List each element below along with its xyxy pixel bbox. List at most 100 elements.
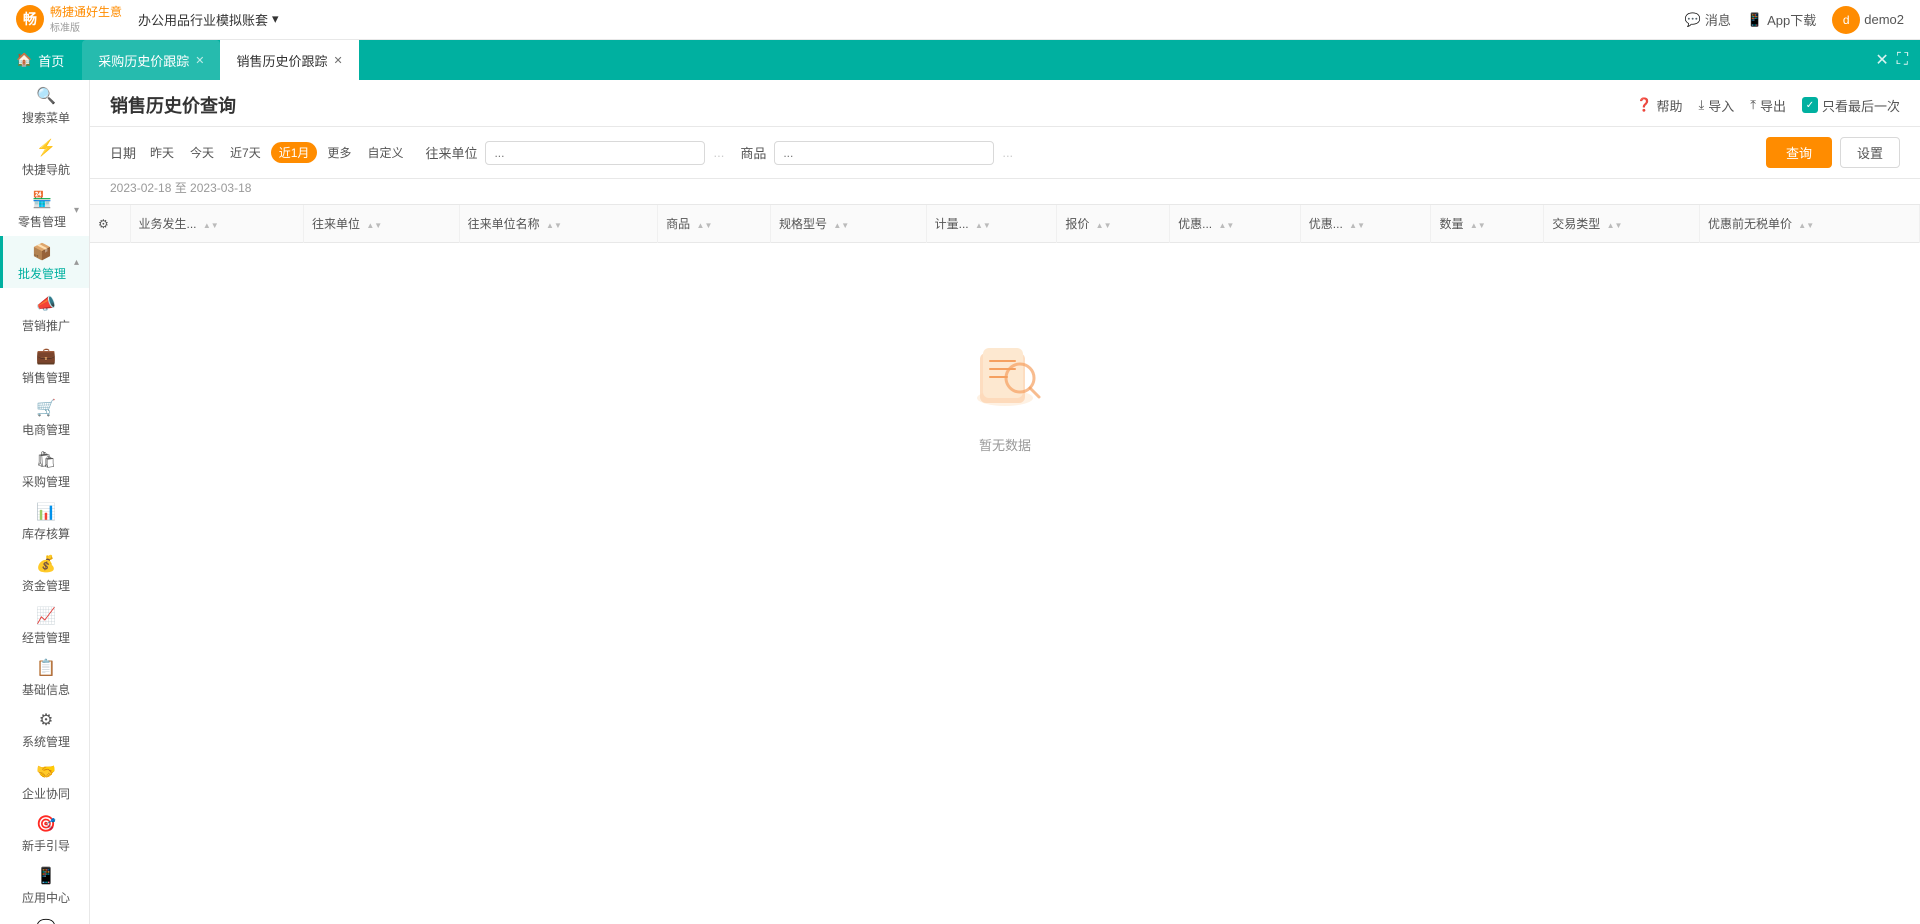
only-last-checkbox[interactable]: ✓ [1802, 97, 1818, 113]
tab-home[interactable]: 🏠 首页 [0, 40, 80, 80]
settings-button[interactable]: 设置 [1840, 137, 1900, 168]
th-discount2[interactable]: 优惠... ▲▼ [1300, 205, 1431, 243]
sidebar-item-operations[interactable]: 📈 经营管理 [0, 600, 89, 652]
sidebar-item-guide[interactable]: 🎯 新手引导 [0, 808, 89, 860]
th-quote-label: 报价 [1065, 217, 1089, 231]
th-partner-id[interactable]: 往来单位 ▲▼ [304, 205, 460, 243]
table-header: ⚙ 业务发生... ▲▼ 往来单位 ▲▼ 往来单位名称 ▲▼ [90, 205, 1920, 243]
basic-icon: 📋 [36, 658, 56, 678]
page-header: 销售历史价查询 ❓ 帮助 ⤓ 导入 ⤒ 导出 ✓ 只看最后一次 [90, 80, 1920, 127]
th-discount1[interactable]: 优惠... ▲▼ [1170, 205, 1301, 243]
sidebar-sales-label: 销售管理 [22, 369, 70, 386]
tab-purchase-history[interactable]: 采购历史价跟踪 ✕ [82, 40, 220, 80]
system-icon: ⚙ [39, 710, 53, 730]
sidebar-enterprise-label: 企业协同 [22, 785, 70, 802]
only-last-action[interactable]: ✓ 只看最后一次 [1802, 96, 1900, 115]
th-partner-id-label: 往来单位 [312, 217, 360, 231]
export-label: 导出 [1760, 96, 1786, 115]
th-spec[interactable]: 规格型号 ▲▼ [770, 205, 926, 243]
sort-qty-icon: ▲▼ [1470, 221, 1486, 230]
sidebar-item-wechat[interactable]: 💬 企业微信 [0, 912, 89, 924]
content-area: 销售历史价查询 ❓ 帮助 ⤓ 导入 ⤒ 导出 ✓ 只看最后一次 [90, 80, 1920, 924]
avatar: d [1832, 6, 1860, 34]
sidebar-item-basic[interactable]: 📋 基础信息 [0, 652, 89, 704]
sidebar-item-sales[interactable]: 💼 销售管理 [0, 340, 89, 392]
table-header-row: ⚙ 业务发生... ▲▼ 往来单位 ▲▼ 往来单位名称 ▲▼ [90, 205, 1920, 243]
app-download-action[interactable]: 📱 App下载 [1747, 10, 1816, 29]
partner-input[interactable] [485, 141, 705, 165]
th-partner-name-label: 往来单位名称 [468, 217, 540, 231]
date-option-1month[interactable]: 近1月 [271, 142, 318, 163]
tab-sales-label: 销售历史价跟踪 [236, 51, 327, 70]
sidebar-item-inventory[interactable]: 📊 库存核算 [0, 496, 89, 548]
sidebar-app-center-label: 应用中心 [22, 889, 70, 906]
close-tab-icon[interactable]: ✕ [1875, 50, 1888, 70]
user-action[interactable]: d demo2 [1832, 6, 1904, 34]
date-range-text: 2023-02-18 至 2023-03-18 [110, 181, 251, 195]
sidebar-item-system[interactable]: ⚙ 系统管理 [0, 704, 89, 756]
page-header-actions: ❓ 帮助 ⤓ 导入 ⤒ 导出 ✓ 只看最后一次 [1636, 96, 1900, 115]
app-center-icon: 📱 [36, 866, 56, 886]
tab-sales-history[interactable]: 销售历史价跟踪 ✕ [220, 40, 358, 80]
main-layout: 🔍 搜索菜单 ⚡ 快捷导航 🏪 零售管理 ▾ 📦 批发管理 ▴ 📣 营销推广 [0, 80, 1920, 924]
th-unit[interactable]: 计量... ▲▼ [926, 205, 1057, 243]
query-button[interactable]: 查询 [1766, 137, 1832, 168]
th-discount1-label: 优惠... [1178, 217, 1212, 231]
sidebar-item-search[interactable]: 🔍 搜索菜单 [0, 80, 89, 132]
sort-pretax-price-icon: ▲▼ [1798, 221, 1814, 230]
th-settings[interactable]: ⚙ [90, 205, 130, 243]
date-option-custom[interactable]: 自定义 [361, 142, 409, 163]
date-option-yesterday[interactable]: 昨天 [144, 142, 180, 163]
goods-input[interactable] [774, 141, 994, 165]
sidebar-retail-label: 零售管理 [18, 213, 66, 230]
message-icon: 💬 [1685, 12, 1701, 28]
sidebar-item-purchase[interactable]: 🛍 采购管理 [0, 444, 89, 496]
sidebar-item-app-center[interactable]: 📱 应用中心 [0, 860, 89, 912]
goods-filter-group: 商品 ... [740, 141, 1013, 165]
sidebar-item-shortcut[interactable]: ⚡ 快捷导航 [0, 132, 89, 184]
chevron-down-icon: ▾ [272, 11, 279, 27]
th-goods[interactable]: 商品 ▲▼ [658, 205, 771, 243]
tab-purchase-label: 采购历史价跟踪 [98, 51, 189, 70]
date-option-more[interactable]: 更多 [321, 142, 357, 163]
operations-icon: 📈 [36, 606, 56, 626]
date-range-row: 2023-02-18 至 2023-03-18 [90, 179, 1920, 205]
sidebar-basic-label: 基础信息 [22, 681, 70, 698]
date-option-today[interactable]: 今天 [184, 142, 220, 163]
th-pretax-price[interactable]: 优惠前无税单价 ▲▼ [1699, 205, 1919, 243]
th-trade-type[interactable]: 交易类型 ▲▼ [1544, 205, 1700, 243]
export-action[interactable]: ⤒ 导出 [1750, 96, 1786, 115]
sidebar-operations-label: 经营管理 [22, 629, 70, 646]
sidebar-ecommerce-label: 电商管理 [22, 421, 70, 438]
sidebar-item-enterprise[interactable]: 🤝 企业协同 [0, 756, 89, 808]
sort-unit-icon: ▲▼ [975, 221, 991, 230]
th-biz-date[interactable]: 业务发生... ▲▼ [130, 205, 304, 243]
date-option-7days[interactable]: 近7天 [224, 142, 267, 163]
th-partner-name[interactable]: 往来单位名称 ▲▼ [459, 205, 658, 243]
maximize-icon[interactable]: ⛶ [1897, 51, 1908, 69]
sidebar-item-marketing[interactable]: 📣 营销推广 [0, 288, 89, 340]
download-icon: 📱 [1747, 12, 1763, 28]
sidebar-wholesale-inner: 📦 批发管理 [13, 242, 71, 282]
logo-text: 畅捷通好生意 [50, 5, 122, 19]
help-action[interactable]: ❓ 帮助 [1636, 96, 1682, 115]
sidebar-item-retail[interactable]: 🏪 零售管理 ▾ [0, 184, 89, 236]
th-quote[interactable]: 报价 ▲▼ [1057, 205, 1170, 243]
tab-purchase-close[interactable]: ✕ [195, 54, 204, 67]
tab-sales-close[interactable]: ✕ [333, 54, 342, 67]
workspace-selector[interactable]: 办公用品行业模拟账套 ▾ [130, 6, 287, 33]
date-filter-group: 日期 昨天 今天 近7天 近1月 更多 自定义 [110, 142, 409, 163]
import-action[interactable]: ⤓ 导入 [1698, 96, 1734, 115]
th-biz-date-label: 业务发生... [139, 217, 197, 231]
retail-icon: 🏪 [32, 190, 52, 210]
sidebar-item-ecommerce[interactable]: 🛒 电商管理 [0, 392, 89, 444]
logo-text-block: 畅捷通好生意 标准版 [50, 5, 122, 34]
sales-icon: 💼 [36, 346, 56, 366]
th-qty[interactable]: 数量 ▲▼ [1431, 205, 1544, 243]
message-action[interactable]: 💬 消息 [1685, 10, 1731, 29]
sidebar-item-finance[interactable]: 💰 资金管理 [0, 548, 89, 600]
partner-dots: ... [713, 145, 724, 160]
sidebar-inventory-label: 库存核算 [22, 525, 70, 542]
sidebar-item-wholesale[interactable]: 📦 批发管理 ▴ [0, 236, 89, 288]
message-label: 消息 [1705, 10, 1731, 29]
